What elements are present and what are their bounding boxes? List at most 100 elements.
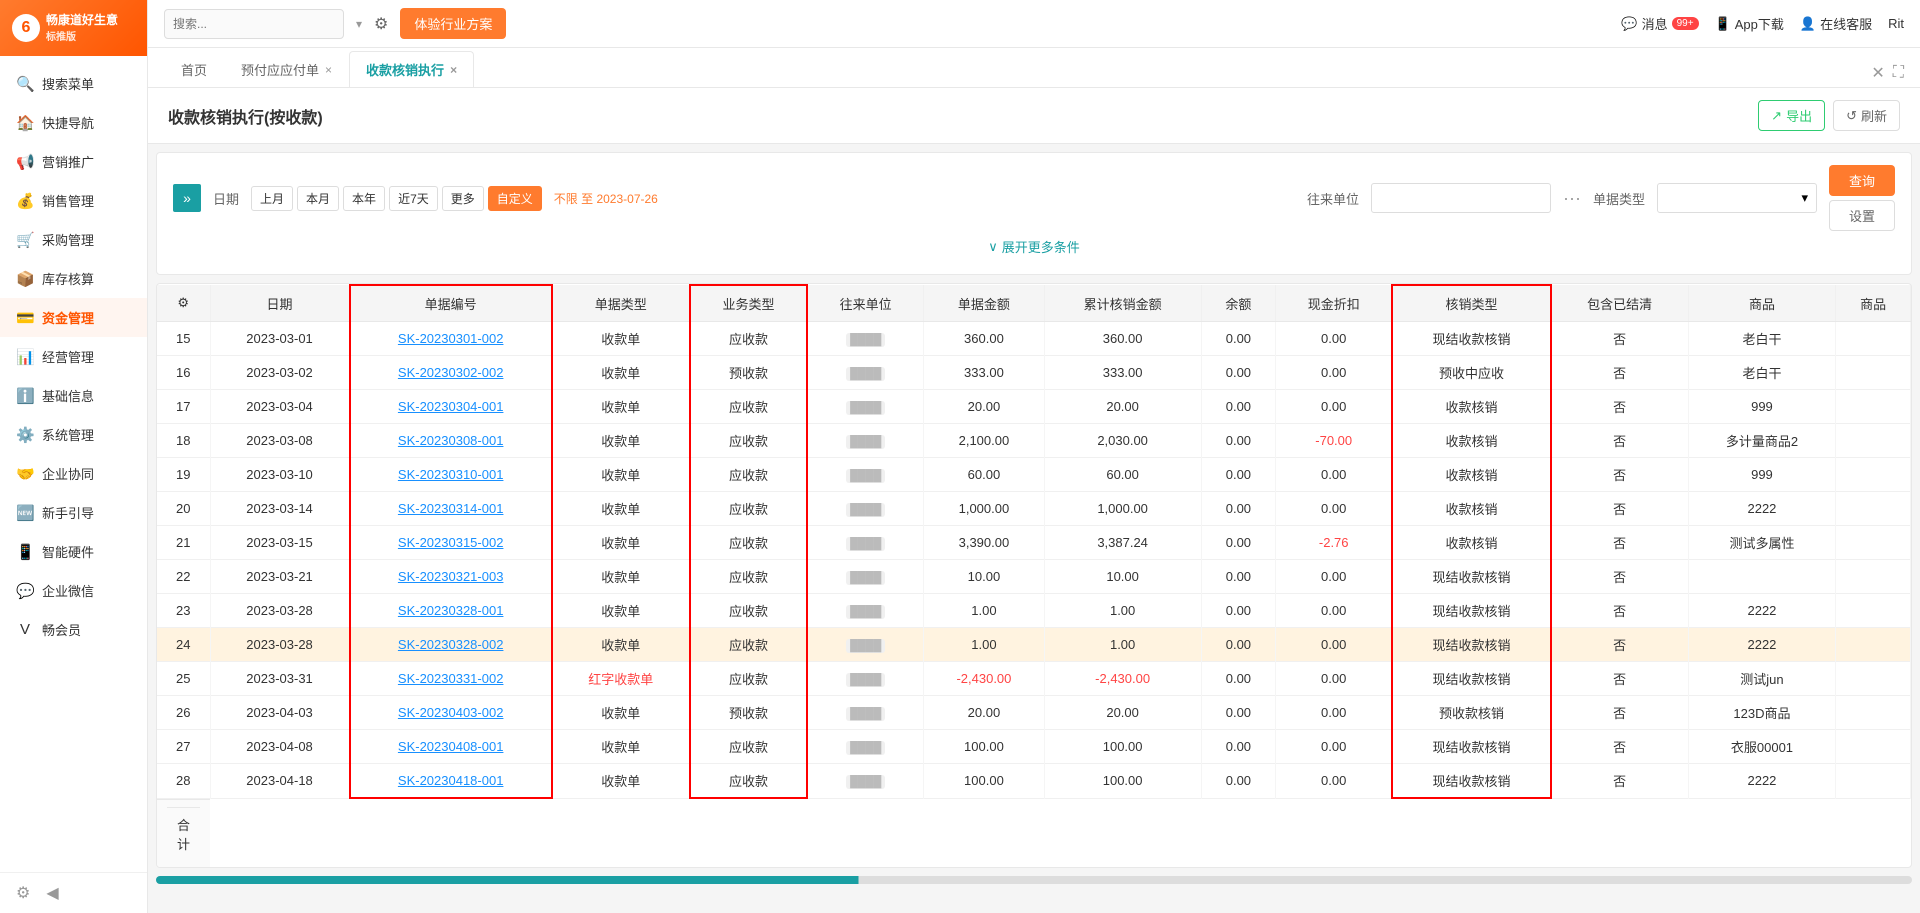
order-no-link[interactable]: SK-20230301-002 bbox=[398, 331, 504, 346]
cell-cash_discount: 0.00 bbox=[1276, 322, 1393, 356]
app-download-link[interactable]: 📱 App下载 bbox=[1715, 14, 1784, 33]
cell-include_settled: 否 bbox=[1551, 356, 1688, 390]
online-service-link[interactable]: 👤 在线客服 bbox=[1800, 14, 1872, 33]
sidebar-item-member[interactable]: V畅会员 bbox=[0, 610, 147, 649]
refresh-btn[interactable]: ↺ 刷新 bbox=[1833, 100, 1900, 131]
date-btn-本月[interactable]: 本月 bbox=[297, 186, 339, 211]
order-no-link[interactable]: SK-20230302-002 bbox=[398, 365, 504, 380]
cell-cancel_type: 收款核销 bbox=[1392, 424, 1551, 458]
cell-counterpart: ████ bbox=[807, 424, 924, 458]
date-btn-近7天[interactable]: 近7天 bbox=[389, 186, 438, 211]
sidebar-item-hardware[interactable]: 📱智能硬件 bbox=[0, 532, 147, 571]
cell-order_no: SK-20230403-002 bbox=[350, 696, 552, 730]
counterpart-value: ████ bbox=[846, 673, 885, 687]
date-btn-更多[interactable]: 更多 bbox=[442, 186, 484, 211]
sidebar-bottom: ⚙ ◀ bbox=[0, 872, 147, 913]
sidebar-item-finance[interactable]: 💳资金管理 bbox=[0, 298, 147, 337]
user-info[interactable]: Rit bbox=[1888, 16, 1904, 31]
trial-btn[interactable]: 体验行业方案 bbox=[400, 8, 506, 39]
date-btn-上月[interactable]: 上月 bbox=[251, 186, 293, 211]
order-no-link[interactable]: SK-20230328-001 bbox=[398, 603, 504, 618]
sidebar-item-label: 销售管理 bbox=[42, 191, 94, 210]
filter-expand-btn[interactable]: » bbox=[173, 184, 201, 212]
sidebar-item-marketing[interactable]: 📢营销推广 bbox=[0, 142, 147, 181]
cell-date: 2023-03-14 bbox=[210, 492, 350, 526]
export-btn[interactable]: ↗ 导出 bbox=[1758, 100, 1825, 131]
sidebar-item-label: 搜索菜单 bbox=[42, 74, 94, 93]
sidebar-item-guide[interactable]: 🆕新手引导 bbox=[0, 493, 147, 532]
cell-seq: 18 bbox=[157, 424, 210, 458]
col-header-biz_type: 业务类型 bbox=[690, 285, 807, 322]
sidebar-item-label: 快捷导航 bbox=[42, 113, 94, 132]
sidebar-item-search[interactable]: 🔍 搜索菜单 bbox=[0, 64, 147, 103]
expand-window-icon[interactable]: ⛶ bbox=[1893, 64, 1904, 82]
sidebar-item-base[interactable]: ℹ️基础信息 bbox=[0, 376, 147, 415]
cell-cancel_type: 现结收款核销 bbox=[1392, 594, 1551, 628]
col-header-cancel_type: 核销类型 bbox=[1392, 285, 1551, 322]
cell-order_type: 收款单 bbox=[552, 560, 690, 594]
receipt-type-select[interactable]: ▾ bbox=[1657, 183, 1817, 213]
table-scrollbar[interactable] bbox=[156, 876, 1912, 884]
messages-link[interactable]: 💬 消息 99+ bbox=[1621, 14, 1698, 33]
order-no-link[interactable]: SK-20230403-002 bbox=[398, 705, 504, 720]
tab-home[interactable]: 首页 bbox=[164, 51, 224, 87]
breadcrumb-input[interactable] bbox=[164, 9, 344, 39]
counterpart-input[interactable] bbox=[1371, 183, 1551, 213]
cell-cash_discount: 0.00 bbox=[1276, 356, 1393, 390]
cell-acc_amount: 100.00 bbox=[1044, 730, 1201, 764]
cell-product bbox=[1688, 560, 1836, 594]
order-no-link[interactable]: SK-20230331-002 bbox=[398, 671, 504, 686]
cell-cancel_type: 现结收款核销 bbox=[1392, 764, 1551, 799]
cell-amount: 333.00 bbox=[924, 356, 1044, 390]
cell-order_no: SK-20230418-001 bbox=[350, 764, 552, 799]
order-no-link[interactable]: SK-20230310-001 bbox=[398, 467, 504, 482]
sidebar-item-corp[interactable]: 🤝企业协同 bbox=[0, 454, 147, 493]
close-window-icon[interactable]: ✕ bbox=[1871, 63, 1884, 83]
cell-counterpart: ████ bbox=[807, 594, 924, 628]
order-no-link[interactable]: SK-20230418-001 bbox=[398, 773, 504, 788]
sidebar-item-system[interactable]: ⚙️系统管理 bbox=[0, 415, 147, 454]
order-no-link[interactable]: SK-20230321-003 bbox=[398, 569, 504, 584]
expand-more-btn[interactable]: ∨ 展开更多条件 bbox=[173, 231, 1895, 262]
sidebar-item-label: 基础信息 bbox=[42, 386, 94, 405]
sidebar-item-business[interactable]: 📊经营管理 bbox=[0, 337, 147, 376]
query-btn[interactable]: 查询 bbox=[1829, 165, 1895, 196]
gear-icon[interactable]: ⚙ bbox=[374, 14, 388, 34]
sidebar-item-quick[interactable]: 🏠快捷导航 bbox=[0, 103, 147, 142]
sidebar-item-label: 资金管理 bbox=[42, 308, 94, 327]
cell-seq: 27 bbox=[157, 730, 210, 764]
settings-icon[interactable]: ⚙ bbox=[16, 883, 30, 903]
more-options-dots[interactable]: ··· bbox=[1563, 188, 1581, 209]
dropdown-arrow-icon[interactable]: ▾ bbox=[356, 17, 362, 31]
export-label: 导出 bbox=[1786, 106, 1812, 125]
cell-counterpart: ████ bbox=[807, 322, 924, 356]
date-btn-本年[interactable]: 本年 bbox=[343, 186, 385, 211]
sidebar-item-wechat[interactable]: 💬企业微信 bbox=[0, 571, 147, 610]
tab-receipt[interactable]: 收款核销执行× bbox=[349, 51, 474, 87]
search-icon: 🔍 bbox=[16, 75, 34, 93]
cell-cancel_type: 收款核销 bbox=[1392, 492, 1551, 526]
order-no-link[interactable]: SK-20230308-001 bbox=[398, 433, 504, 448]
order-no-link[interactable]: SK-20230304-001 bbox=[398, 399, 504, 414]
date-btn-custom[interactable]: 自定义 bbox=[488, 186, 542, 211]
sidebar-item-sales[interactable]: 💰销售管理 bbox=[0, 181, 147, 220]
cell-cash_discount: 0.00 bbox=[1276, 492, 1393, 526]
tab-close-icon[interactable]: × bbox=[450, 63, 457, 77]
order-no-link[interactable]: SK-20230328-002 bbox=[398, 637, 504, 652]
cell-biz_type: 应收款 bbox=[690, 424, 807, 458]
filter-row: » 日期 上月本月本年近7天更多自定义 不限 至 2023-07-26 往来单位… bbox=[173, 165, 1895, 231]
settings-btn[interactable]: 设置 bbox=[1829, 200, 1895, 231]
order-no-link[interactable]: SK-20230408-001 bbox=[398, 739, 504, 754]
sidebar-item-label: 采购管理 bbox=[42, 230, 94, 249]
messages-badge: 99+ bbox=[1672, 17, 1699, 30]
collapse-icon[interactable]: ◀ bbox=[46, 883, 58, 903]
hardware-icon: 📱 bbox=[16, 543, 34, 561]
sidebar-item-purchase[interactable]: 🛒采购管理 bbox=[0, 220, 147, 259]
order-no-link[interactable]: SK-20230314-001 bbox=[398, 501, 504, 516]
sidebar-item-inventory[interactable]: 📦库存核算 bbox=[0, 259, 147, 298]
order-no-link[interactable]: SK-20230315-002 bbox=[398, 535, 504, 550]
cell-acc_amount: 100.00 bbox=[1044, 764, 1201, 799]
tab-close-icon[interactable]: × bbox=[325, 63, 332, 77]
tab-prepay[interactable]: 预付应应付单× bbox=[224, 51, 349, 87]
cell-seq: 26 bbox=[157, 696, 210, 730]
